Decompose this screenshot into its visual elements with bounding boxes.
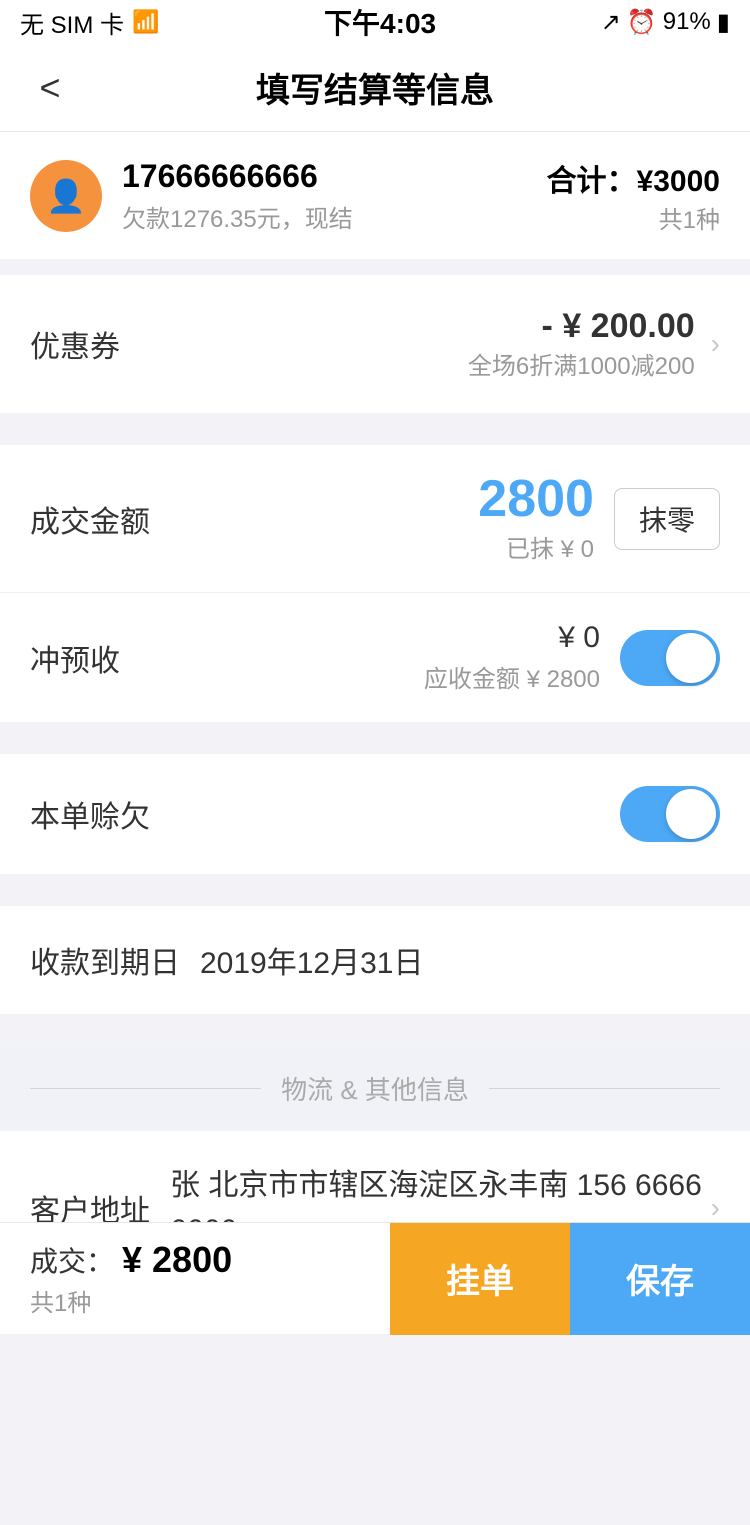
coupon-desc: 全场6折满1000减200 xyxy=(468,346,695,381)
deal-zero-text: 已抹 ¥ 0 xyxy=(506,529,594,564)
duedate-row: 收款到期日 2019年12月31日 xyxy=(0,906,750,1014)
precollect-label: 冲预收 xyxy=(30,636,120,680)
precollect-amount: ¥ 0 xyxy=(558,621,600,655)
coupon-right: - ¥ 200.00 全场6折满1000减200 › xyxy=(468,307,720,381)
precollect-row: 冲预收 ¥ 0 应收金额 ¥ 2800 xyxy=(0,593,750,722)
nav-bar: < 填写结算等信息 xyxy=(0,44,750,132)
back-button[interactable]: < xyxy=(20,58,80,118)
divider-line-right xyxy=(489,1088,720,1089)
precollect-right: ¥ 0 应收金额 ¥ 2800 xyxy=(424,621,720,694)
round-zero-button[interactable]: 抹零 xyxy=(614,488,720,550)
spacer1 xyxy=(0,429,750,445)
footer-deal-amount: ¥ 2800 xyxy=(122,1239,232,1281)
coupon-chevron-icon: › xyxy=(711,328,720,360)
precollect-toggle[interactable] xyxy=(620,630,720,686)
duedate-value: 2019年12月31日 xyxy=(200,938,423,982)
coupon-label: 优惠券 xyxy=(30,322,120,366)
location-icon: ↗ xyxy=(601,8,621,37)
status-time: 下午4:03 xyxy=(324,2,436,42)
status-right: ↗ ⏰ 91% ▮ xyxy=(601,8,730,37)
debt-toggle[interactable] xyxy=(620,786,720,842)
divider-line-left xyxy=(30,1088,261,1089)
debt-label: 本单赊欠 xyxy=(30,792,150,836)
battery-icon: ▮ xyxy=(717,8,730,37)
status-left: 无 SIM 卡 📶 xyxy=(20,5,159,40)
deal-section: 成交金额 2800 已抹 ¥ 0 抹零 冲预收 ¥ 0 应收金额 ¥ 2800 xyxy=(0,445,750,722)
avatar: 👤 xyxy=(30,160,102,232)
toggle-knob xyxy=(666,633,716,683)
status-bar: 无 SIM 卡 📶 下午4:03 ↗ ⏰ 91% ▮ xyxy=(0,0,750,44)
back-icon: < xyxy=(39,67,60,109)
deal-amount-value: 2800 xyxy=(478,473,594,525)
total-value: 合计：¥3000 xyxy=(547,156,720,200)
customer-phone: 17666666666 xyxy=(122,158,353,195)
coupon-row[interactable]: 优惠券 - ¥ 200.00 全场6折满1000减200 › xyxy=(0,275,750,413)
duedate-label: 收款到期日 xyxy=(30,938,180,982)
coupon-amount: - ¥ 200.00 xyxy=(542,307,695,346)
battery-text: 91% xyxy=(663,8,711,36)
deal-amount-row: 成交金额 2800 已抹 ¥ 0 抹零 xyxy=(0,445,750,593)
spacer2 xyxy=(0,738,750,754)
spacer3 xyxy=(0,890,750,906)
precollect-receivable: 应收金额 ¥ 2800 xyxy=(424,659,600,694)
deal-amount-label: 成交金额 xyxy=(30,497,150,541)
deal-right: 2800 已抹 ¥ 0 抹零 xyxy=(478,473,720,564)
debt-toggle-knob xyxy=(666,789,716,839)
footer-count: 共1种 xyxy=(30,1283,360,1318)
footer-deal: 成交： ¥ 2800 xyxy=(30,1239,360,1281)
wifi-icon: 📶 xyxy=(132,9,159,35)
footer: 成交： ¥ 2800 共1种 挂单 保存 xyxy=(0,1222,750,1334)
page-title: 填写结算等信息 xyxy=(256,63,494,112)
alarm-icon: ⏰ xyxy=(627,8,657,37)
customer-info: 17666666666 欠款1276.35元，现结 xyxy=(122,158,353,234)
customer-subtitle: 欠款1276.35元，现结 xyxy=(122,199,353,234)
sim-text: 无 SIM 卡 xyxy=(20,5,124,40)
debt-row: 本单赊欠 xyxy=(0,754,750,874)
total-count: 共1种 xyxy=(547,200,720,235)
hang-button[interactable]: 挂单 xyxy=(390,1223,570,1335)
spacer4 xyxy=(0,1030,750,1046)
footer-info: 成交： ¥ 2800 共1种 xyxy=(0,1239,390,1318)
save-button[interactable]: 保存 xyxy=(570,1223,750,1335)
logistics-divider: 物流 & 其他信息 xyxy=(0,1046,750,1131)
customer-card: 👤 17666666666 欠款1276.35元，现结 合计：¥3000 共1种 xyxy=(0,132,750,259)
coupon-section: 优惠券 - ¥ 200.00 全场6折满1000减200 › xyxy=(0,275,750,413)
address-chevron-icon: › xyxy=(711,1192,720,1224)
customer-right: 合计：¥3000 共1种 xyxy=(547,156,720,235)
divider-text: 物流 & 其他信息 xyxy=(281,1070,469,1107)
footer-deal-label: 成交： xyxy=(30,1240,114,1280)
customer-left: 👤 17666666666 欠款1276.35元，现结 xyxy=(30,158,353,234)
avatar-icon: 👤 xyxy=(46,177,86,215)
